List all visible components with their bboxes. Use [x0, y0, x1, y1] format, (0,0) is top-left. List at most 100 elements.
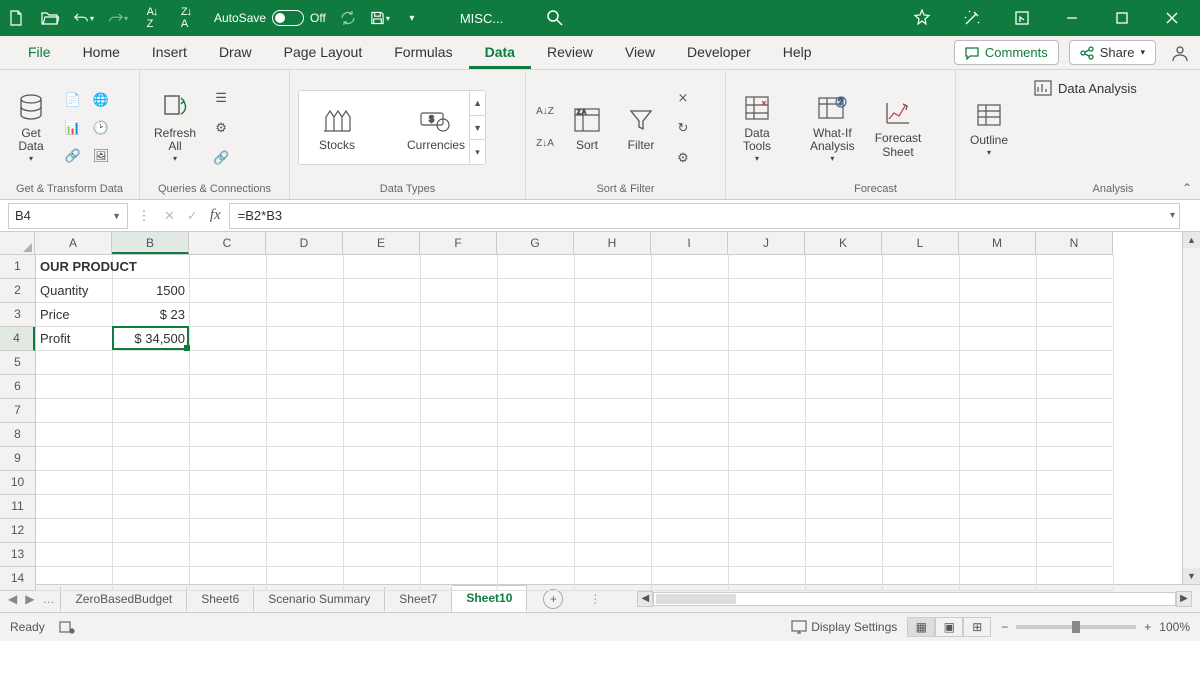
- cell-K13[interactable]: [806, 543, 883, 567]
- cell-F11[interactable]: [421, 495, 498, 519]
- cell-C10[interactable]: [190, 471, 267, 495]
- new-file-icon[interactable]: [6, 8, 26, 28]
- cell-C4[interactable]: [190, 327, 267, 351]
- formula-input[interactable]: =B2*B3 ▾: [229, 203, 1180, 229]
- cell-H6[interactable]: [575, 375, 652, 399]
- cell-J12[interactable]: [729, 519, 806, 543]
- cell-N14[interactable]: [1037, 567, 1114, 591]
- cell-A6[interactable]: [36, 375, 113, 399]
- cell-L9[interactable]: [883, 447, 960, 471]
- cell-F4[interactable]: [421, 327, 498, 351]
- minimize-button[interactable]: [1060, 6, 1084, 30]
- cell-M9[interactable]: [960, 447, 1037, 471]
- cell-K2[interactable]: [806, 279, 883, 303]
- cell-H8[interactable]: [575, 423, 652, 447]
- cell-A14[interactable]: [36, 567, 113, 591]
- cell-L5[interactable]: [883, 351, 960, 375]
- from-pic-icon[interactable]: 🖼: [90, 145, 112, 167]
- cell-E12[interactable]: [344, 519, 421, 543]
- scroll-up-icon[interactable]: ▲: [1183, 232, 1200, 248]
- cell-D5[interactable]: [267, 351, 344, 375]
- cell-G4[interactable]: [498, 327, 575, 351]
- macro-record-icon[interactable]: [59, 620, 75, 634]
- cell-N7[interactable]: [1037, 399, 1114, 423]
- cell-M4[interactable]: [960, 327, 1037, 351]
- sort-desc-icon[interactable]: Z↓A: [176, 8, 196, 28]
- cell-E7[interactable]: [344, 399, 421, 423]
- zoom-out-button[interactable]: −: [1001, 620, 1008, 634]
- cell-I1[interactable]: [652, 255, 729, 279]
- cell-K3[interactable]: [806, 303, 883, 327]
- cell-N9[interactable]: [1037, 447, 1114, 471]
- cell-B7[interactable]: [113, 399, 190, 423]
- cell-H3[interactable]: [575, 303, 652, 327]
- cell-F8[interactable]: [421, 423, 498, 447]
- cell-C9[interactable]: [190, 447, 267, 471]
- currencies-button[interactable]: $ Currencies: [401, 101, 471, 154]
- cell-J9[interactable]: [729, 447, 806, 471]
- row-header-2[interactable]: 2: [0, 279, 35, 303]
- get-data-button[interactable]: Get Data ▾: [8, 89, 54, 166]
- cells-area[interactable]: OUR PRODUCTQuantity1500Price$ 23Profit$ …: [36, 255, 1114, 591]
- cell-A13[interactable]: [36, 543, 113, 567]
- cell-K4[interactable]: [806, 327, 883, 351]
- cell-E8[interactable]: [344, 423, 421, 447]
- cell-L4[interactable]: [883, 327, 960, 351]
- maximize-button[interactable]: [1110, 6, 1134, 30]
- row-header-5[interactable]: 5: [0, 351, 35, 375]
- cell-A4[interactable]: Profit: [36, 327, 113, 351]
- tab-formulas[interactable]: Formulas: [378, 36, 468, 69]
- cell-I3[interactable]: [652, 303, 729, 327]
- tab-page-layout[interactable]: Page Layout: [268, 36, 379, 69]
- cell-K6[interactable]: [806, 375, 883, 399]
- gallery-up-icon[interactable]: ▲: [470, 91, 485, 116]
- cell-B8[interactable]: [113, 423, 190, 447]
- cell-M7[interactable]: [960, 399, 1037, 423]
- cell-E1[interactable]: [344, 255, 421, 279]
- cell-C8[interactable]: [190, 423, 267, 447]
- cell-J6[interactable]: [729, 375, 806, 399]
- col-header-K[interactable]: K: [805, 232, 882, 254]
- tab-file[interactable]: File: [12, 36, 67, 69]
- cell-J7[interactable]: [729, 399, 806, 423]
- premium-icon[interactable]: [910, 6, 934, 30]
- cell-D10[interactable]: [267, 471, 344, 495]
- account-icon[interactable]: [1170, 43, 1190, 63]
- cell-K14[interactable]: [806, 567, 883, 591]
- cell-A10[interactable]: [36, 471, 113, 495]
- cell-L6[interactable]: [883, 375, 960, 399]
- filter-button[interactable]: Filter: [618, 101, 664, 154]
- cell-I10[interactable]: [652, 471, 729, 495]
- autosave-toggle[interactable]: AutoSave Off: [214, 10, 326, 26]
- col-header-N[interactable]: N: [1036, 232, 1113, 254]
- col-header-M[interactable]: M: [959, 232, 1036, 254]
- cell-F2[interactable]: [421, 279, 498, 303]
- cell-H13[interactable]: [575, 543, 652, 567]
- cell-L12[interactable]: [883, 519, 960, 543]
- cell-E6[interactable]: [344, 375, 421, 399]
- cell-K12[interactable]: [806, 519, 883, 543]
- comments-button[interactable]: Comments: [954, 40, 1059, 65]
- tab-insert[interactable]: Insert: [136, 36, 203, 69]
- cell-M11[interactable]: [960, 495, 1037, 519]
- sort-asc-icon[interactable]: A↓Z: [142, 8, 162, 28]
- cell-G8[interactable]: [498, 423, 575, 447]
- advanced-filter-icon[interactable]: ⚙: [672, 147, 694, 169]
- cell-D2[interactable]: [267, 279, 344, 303]
- page-break-button[interactable]: ⊞: [963, 617, 991, 637]
- cell-D9[interactable]: [267, 447, 344, 471]
- cell-C5[interactable]: [190, 351, 267, 375]
- sort-za-icon[interactable]: Z↓A: [534, 133, 556, 155]
- outline-button[interactable]: Outline ▾: [964, 96, 1014, 160]
- from-table-icon[interactable]: 📊: [62, 117, 84, 139]
- cell-M1[interactable]: [960, 255, 1037, 279]
- row-header-13[interactable]: 13: [0, 543, 35, 567]
- vertical-scrollbar[interactable]: ▲ ▼: [1182, 232, 1200, 584]
- cell-K9[interactable]: [806, 447, 883, 471]
- cell-M14[interactable]: [960, 567, 1037, 591]
- cell-L2[interactable]: [883, 279, 960, 303]
- cell-D6[interactable]: [267, 375, 344, 399]
- cell-H11[interactable]: [575, 495, 652, 519]
- cell-F9[interactable]: [421, 447, 498, 471]
- cell-H4[interactable]: [575, 327, 652, 351]
